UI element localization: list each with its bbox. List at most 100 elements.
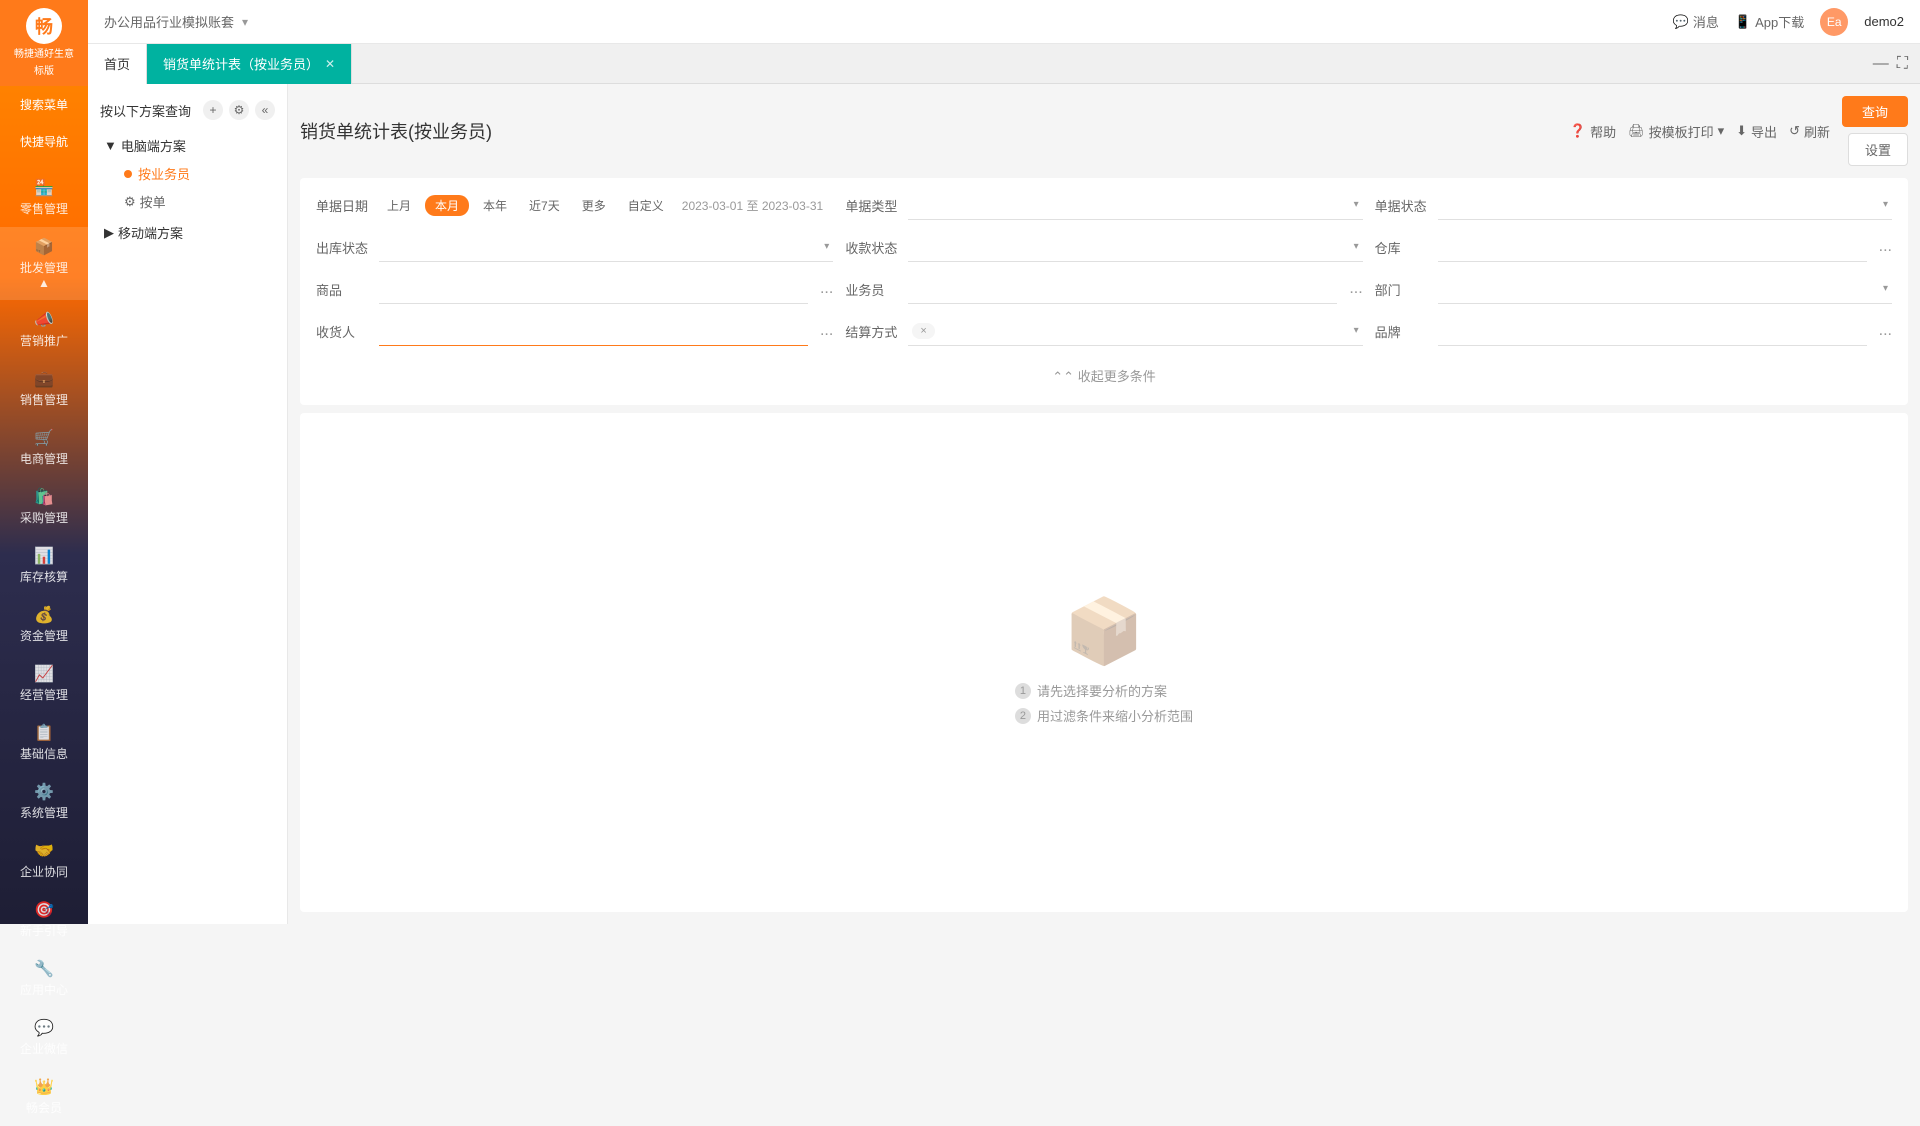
doctype-select[interactable]: ▾ [908, 190, 1362, 220]
sidebar-label-retail: 零售管理 [20, 200, 68, 217]
doctype-label: 单据类型 [845, 196, 900, 215]
warehouse-input[interactable] [1438, 232, 1867, 262]
tab-sales-label: 销货单统计表（按业务员） [163, 54, 319, 73]
tree-group-mobile-header[interactable]: ▶ 移动端方案 [96, 219, 287, 246]
help-link[interactable]: ❓ 帮助 [1570, 122, 1616, 141]
sidebar-item-marketing[interactable]: 📣 营销推广 [0, 300, 88, 359]
breadcrumb: 办公用品行业模拟账套 [104, 12, 234, 31]
payment-label: 收款状态 [845, 238, 900, 257]
hint-text-2: 用过滤条件来缩小分析范围 [1037, 706, 1193, 725]
tree-sub-order-label: 按单 [140, 192, 166, 211]
sidebar-logo[interactable]: 畅 畅捷通好生意 标版 [0, 0, 88, 86]
filter-brand-field: 品牌 ... [1375, 316, 1892, 346]
sidebar-search[interactable]: 搜索菜单 [0, 86, 88, 123]
tab-close-icon[interactable]: ✕ [325, 57, 335, 71]
consignee-dots[interactable]: ... [820, 322, 833, 340]
content-area: 按以下方案查询 + ⚙ « ▼ 电脑端方案 按业务员 [88, 84, 1920, 924]
staff-label: 业务员 [845, 280, 900, 299]
user-avatar[interactable]: Ea [1820, 8, 1848, 36]
panel-settings-btn[interactable]: ⚙ [229, 100, 249, 120]
tree-item-by-staff[interactable]: 按业务员 [96, 159, 287, 188]
business-icon: 📈 [34, 664, 54, 684]
empty-hint-2: 2 用过滤条件来缩小分析范围 [1015, 706, 1193, 725]
date-btn-custom[interactable]: 自定义 [620, 195, 672, 216]
filter-settlement-field: 结算方式 × ▾ [845, 316, 1362, 346]
filter-docstatus-field: 单据状态 ▾ [1375, 190, 1892, 220]
staff-dots[interactable]: ... [1349, 280, 1362, 298]
tab-home[interactable]: 首页 [88, 44, 147, 84]
tab-home-label: 首页 [104, 54, 130, 73]
topbar-app-download[interactable]: 📱 App下载 [1735, 12, 1804, 31]
product-input[interactable] [379, 274, 808, 304]
export-link[interactable]: ⬇ 导出 [1736, 122, 1777, 141]
sidebar-item-basic[interactable]: 📋 基础信息 [0, 713, 88, 772]
tab-sales-stats[interactable]: 销货单统计表（按业务员） ✕ [147, 44, 352, 84]
sidebar-label-purchase: 采购管理 [20, 509, 68, 526]
date-btn-7days[interactable]: 近7天 [521, 195, 568, 216]
outstatus-select[interactable]: ▾ [379, 232, 833, 262]
query-btn-col: 查询 设置 [1842, 96, 1908, 166]
date-btn-last-month[interactable]: 上月 [379, 195, 419, 216]
tabbar-minimize-btn[interactable]: — [1873, 55, 1889, 73]
sidebar-item-inventory[interactable]: 📊 库存核算 [0, 536, 88, 595]
panel-add-btn[interactable]: + [203, 100, 223, 120]
tabbar-maximize-btn[interactable]: ⛶ [1897, 55, 1908, 73]
sidebar-item-sales[interactable]: 💼 销售管理 [0, 359, 88, 418]
query-button[interactable]: 查询 [1842, 96, 1908, 127]
sidebar-item-ecommerce[interactable]: 🛒 电商管理 [0, 418, 88, 477]
collapse-row[interactable]: ⌃⌃ 收起更多条件 [316, 358, 1892, 393]
guide-icon: 🎯 [34, 900, 54, 920]
refresh-link[interactable]: ↺ 刷新 [1789, 122, 1830, 141]
page-actions: ❓ 帮助 🖨 按模板打印 ▾ ⬇ 导出 ↺ 刷新 [1570, 96, 1908, 166]
tabbar-actions: — ⛶ [1873, 55, 1920, 73]
outstatus-label: 出库状态 [316, 238, 371, 257]
sidebar-item-retail[interactable]: 🏪 零售管理 [0, 168, 88, 227]
system-icon: ⚙️ [34, 782, 54, 802]
brand-input[interactable] [1438, 316, 1867, 346]
sidebar-item-finance[interactable]: 💰 资金管理 [0, 595, 88, 654]
print-icon: 🖨 [1628, 123, 1645, 139]
print-link[interactable]: 🖨 按模板打印 ▾ [1628, 122, 1724, 141]
staff-input[interactable] [908, 274, 1337, 304]
username-label[interactable]: demo2 [1864, 14, 1904, 29]
filter-row-4: 收货人 ... 结算方式 × ▾ 品牌 [316, 316, 1892, 346]
tree-group-desktop: ▼ 电脑端方案 按业务员 ⚙ 按单 [96, 132, 287, 215]
breadcrumb-dropdown[interactable]: ▾ [242, 15, 248, 29]
dept-select[interactable]: ▾ [1438, 274, 1892, 304]
sidebar-item-appstore[interactable]: 🔧 应用中心 [0, 949, 88, 1008]
date-btn-this-year[interactable]: 本年 [475, 195, 515, 216]
filter-doctype-field: 单据类型 ▾ [845, 190, 1362, 220]
sidebar-item-system[interactable]: ⚙️ 系统管理 [0, 772, 88, 831]
date-btn-this-month[interactable]: 本月 [425, 195, 469, 216]
brand-dots[interactable]: ... [1879, 322, 1892, 340]
panel-collapse-btn[interactable]: « [255, 100, 275, 120]
settlement-select[interactable]: × ▾ [908, 316, 1362, 346]
wholesale-arrow: ▲ [38, 276, 50, 290]
sidebar-item-purchase[interactable]: 🛍️ 采购管理 [0, 477, 88, 536]
product-dots[interactable]: ... [820, 280, 833, 298]
warehouse-dots[interactable]: ... [1879, 238, 1892, 256]
consignee-input[interactable] [379, 316, 808, 346]
sidebar-item-wholesale[interactable]: 📦 批发管理 ▲ [0, 227, 88, 300]
sidebar-item-corp[interactable]: 🤝 企业协同 [0, 831, 88, 890]
collapse-icon: ⌃⌃ [1052, 369, 1074, 384]
tree-group-desktop-header[interactable]: ▼ 电脑端方案 [96, 132, 287, 159]
sidebar-quicknav[interactable]: 快捷导航 [0, 123, 88, 160]
docstatus-label: 单据状态 [1375, 196, 1430, 215]
tree-expand-mobile-icon: ▶ [104, 225, 114, 241]
hint-num-1: 1 [1015, 683, 1031, 699]
docstatus-select[interactable]: ▾ [1438, 190, 1892, 220]
sidebar-item-member[interactable]: 👑 畅会员 [0, 1067, 88, 1126]
settlement-tag-close[interactable]: × [920, 325, 926, 337]
setting-button[interactable]: 设置 [1848, 133, 1908, 166]
date-btn-more[interactable]: 更多 [574, 195, 614, 216]
export-icon: ⬇ [1736, 123, 1747, 139]
sidebar-item-wechat[interactable]: 💬 企业微信 [0, 1008, 88, 1067]
tree-sub-item-order[interactable]: ⚙ 按单 [116, 188, 287, 215]
topbar-message[interactable]: 💬 消息 [1673, 12, 1719, 31]
sidebar-item-guide[interactable]: 🎯 新手引导 [0, 890, 88, 949]
sidebar-item-business[interactable]: 📈 经营管理 [0, 654, 88, 713]
empty-illustration: 📦 [1064, 594, 1144, 669]
payment-select[interactable]: ▾ [908, 232, 1362, 262]
topbar: 办公用品行业模拟账套 ▾ 💬 消息 📱 App下载 Ea demo2 [88, 0, 1920, 44]
